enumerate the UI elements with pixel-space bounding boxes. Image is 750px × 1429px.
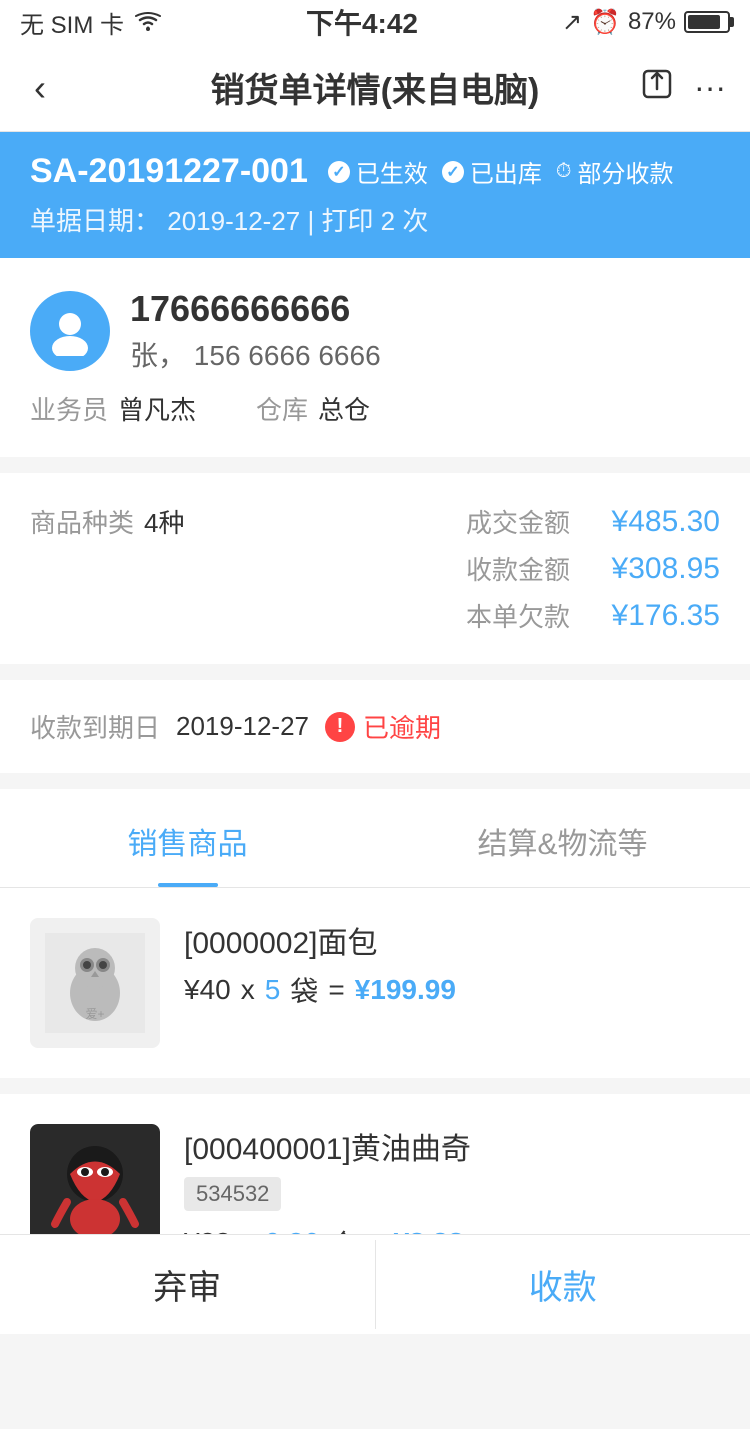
tab-settlement[interactable]: 结算&物流等 xyxy=(375,789,750,887)
amount-label: 成交金额 xyxy=(466,503,570,540)
product-list: 爱+ [0000002]面包 ¥40 x 5 袋 = ¥199.99 xyxy=(0,888,750,1293)
cancel-button[interactable]: 弃审 xyxy=(0,1240,376,1329)
status-bar-time: 下午4:42 xyxy=(306,2,418,42)
tab-sales-goods[interactable]: 销售商品 xyxy=(0,789,375,887)
warehouse-value: 总仓 xyxy=(318,390,370,427)
check-icon-2 xyxy=(442,161,464,183)
check-icon-1 xyxy=(328,161,350,183)
overdue-text: 已逾期 xyxy=(363,708,441,745)
received-row: 收款金额 ¥308.95 xyxy=(466,550,720,587)
share-icon[interactable] xyxy=(640,67,674,109)
product-name-1: [0000002]面包 xyxy=(184,918,720,962)
battery-percent: 87% xyxy=(628,8,676,36)
nav-bar: ‹ 销货单详情(来自电脑) ··· xyxy=(0,44,750,132)
due-label: 收款到期日 xyxy=(30,708,160,745)
overdue-icon: ! xyxy=(325,712,355,742)
product-price-row-1: ¥40 x 5 袋 = ¥199.99 xyxy=(184,970,720,1010)
overdue-badge: ! 已逾期 xyxy=(325,708,441,745)
product-image-1: 爱+ xyxy=(45,933,145,1033)
avatar-icon xyxy=(45,306,95,356)
battery-icon xyxy=(684,11,730,33)
page-title: 销货单详情(来自电脑) xyxy=(211,63,540,112)
amount-row: 成交金额 ¥485.30 xyxy=(466,503,720,540)
debt-value: ¥176.35 xyxy=(590,599,720,633)
received-value: ¥308.95 xyxy=(590,552,720,586)
status-bar-left: 无 SIM 卡 xyxy=(20,5,162,40)
customer-avatar xyxy=(30,291,110,371)
more-icon[interactable]: ··· xyxy=(694,69,726,106)
bottom-bar: 弃审 收款 xyxy=(0,1234,750,1334)
order-id: SA-20191227-001 xyxy=(30,152,308,191)
status-tags: 已生效 已出库 ⏱ 部分收款 xyxy=(328,154,674,189)
price-equals-1: = xyxy=(328,974,344,1006)
back-button[interactable]: ‹ xyxy=(24,57,56,119)
wifi-icon xyxy=(134,12,162,32)
status-partial-payment: ⏱ 部分收款 xyxy=(556,154,674,189)
price-multiply-1: x xyxy=(241,974,255,1006)
salesperson-value: 曾凡杰 xyxy=(118,390,196,427)
price-unit-1: 袋 xyxy=(290,970,318,1010)
debt-label: 本单欠款 xyxy=(466,597,570,634)
carrier-label: 无 SIM 卡 xyxy=(20,5,124,40)
banner-top: SA-20191227-001 已生效 已出库 ⏱ 部分收款 xyxy=(30,152,720,191)
product-item: 爱+ [0000002]面包 ¥40 x 5 袋 = ¥199.99 xyxy=(0,888,750,1078)
debt-row: 本单欠款 ¥176.35 xyxy=(466,597,720,634)
product-types: 商品种类 4种 xyxy=(30,503,184,540)
status-shipped: 已出库 xyxy=(442,154,542,189)
customer-row: 17666666666 张， 156 6666 6666 xyxy=(30,288,720,374)
tabs-section: 销售商品 结算&物流等 xyxy=(0,789,750,888)
stats-left: 商品种类 4种 xyxy=(30,503,184,540)
tab-underline xyxy=(158,883,218,887)
warehouse-label: 仓库 xyxy=(256,390,308,427)
salesperson-item: 业务员 曾凡杰 xyxy=(30,390,196,427)
alarm-icon: ⏰ xyxy=(590,8,620,37)
price-total-1: ¥199.99 xyxy=(355,974,456,1006)
amount-value: ¥485.30 xyxy=(590,505,720,539)
due-section: 收款到期日 2019-12-27 ! 已逾期 xyxy=(0,680,750,773)
price-qty-1: 5 xyxy=(265,974,281,1006)
nav-right-actions: ··· xyxy=(640,67,726,109)
svg-text:爱+: 爱+ xyxy=(85,1007,104,1021)
location-icon: ↗ xyxy=(562,8,582,37)
customer-phone-display: 17666666666 xyxy=(130,288,381,330)
stats-right: 成交金额 ¥485.30 收款金额 ¥308.95 本单欠款 ¥176.35 xyxy=(466,503,720,634)
confirm-button[interactable]: 收款 xyxy=(376,1240,750,1329)
salesperson-label: 业务员 xyxy=(30,390,108,427)
status-bar: 无 SIM 卡 下午4:42 ↗ ⏰ 87% xyxy=(0,0,750,44)
received-label: 收款金额 xyxy=(466,550,570,587)
status-effective: 已生效 xyxy=(328,154,428,189)
product-name-2: [000400001]黄油曲奇 xyxy=(184,1124,720,1168)
due-date-value: 2019-12-27 xyxy=(176,711,309,742)
warehouse-item: 仓库 总仓 xyxy=(256,390,370,427)
banner-date: 单据日期： 2019-12-27 | 打印 2 次 xyxy=(30,201,720,238)
stats-section: 商品种类 4种 成交金额 ¥485.30 收款金额 ¥308.95 本单欠款 ¥… xyxy=(0,473,750,664)
clock-icon: ⏱ xyxy=(556,160,572,183)
types-label: 商品种类 xyxy=(30,503,134,540)
product-thumb-1: 爱+ xyxy=(30,918,160,1048)
product-badge-2: 534532 xyxy=(184,1177,281,1211)
types-value: 4种 xyxy=(144,503,184,540)
customer-meta: 业务员 曾凡杰 仓库 总仓 xyxy=(30,390,720,427)
customer-section: 17666666666 张， 156 6666 6666 业务员 曾凡杰 仓库 … xyxy=(0,258,750,457)
price-base-1: ¥40 xyxy=(184,974,231,1006)
product-info-1: [0000002]面包 ¥40 x 5 袋 = ¥199.99 xyxy=(184,918,720,1010)
customer-name-phone: 张， 156 6666 6666 xyxy=(130,334,381,374)
header-banner: SA-20191227-001 已生效 已出库 ⏱ 部分收款 单据日期： 201… xyxy=(0,132,750,258)
customer-info: 17666666666 张， 156 6666 6666 xyxy=(130,288,381,374)
status-bar-right: ↗ ⏰ 87% xyxy=(562,8,730,37)
